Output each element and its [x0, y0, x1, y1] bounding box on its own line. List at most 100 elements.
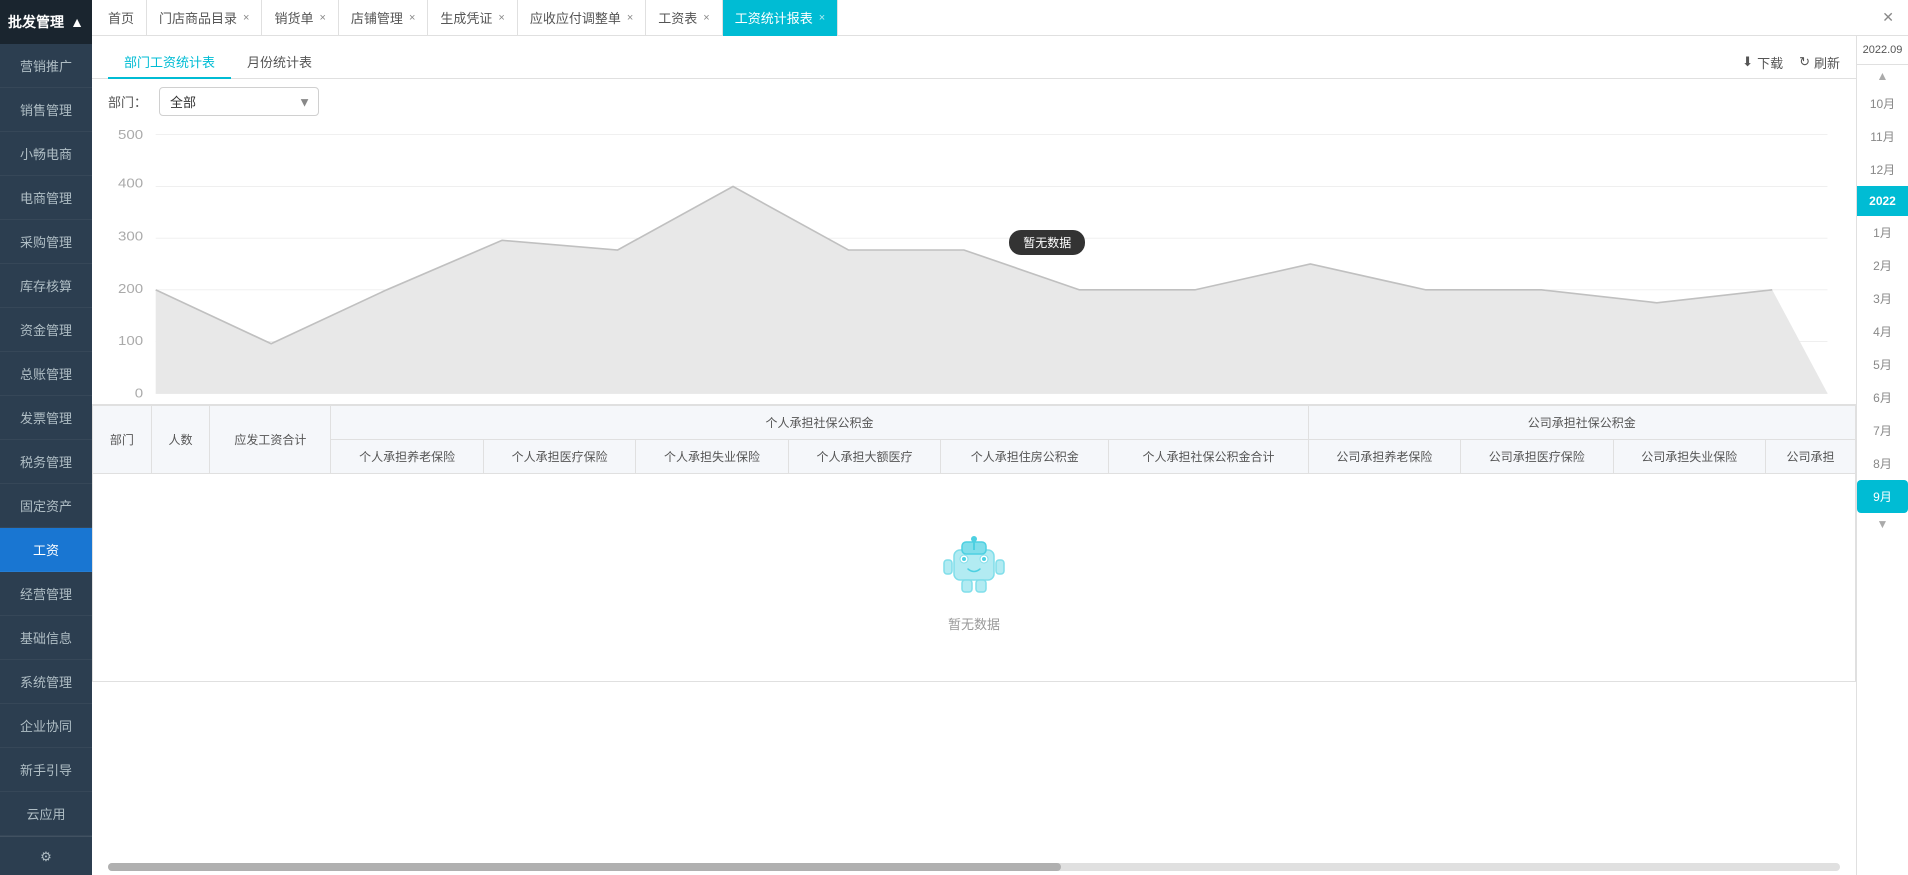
- col-p-housing: 个人承担住房公积金: [941, 440, 1109, 474]
- col-c-medical: 公司承担医疗保险: [1461, 440, 1613, 474]
- tab-voucher[interactable]: 生成凭证 ×: [428, 0, 517, 36]
- col-c-pension: 公司承担养老保险: [1308, 440, 1460, 474]
- sidebar-item-yxty[interactable]: 营销推广: [0, 44, 92, 88]
- tab-receivable-close[interactable]: ×: [627, 12, 633, 24]
- filter-bar: 部门： 全部 ▼: [92, 79, 1856, 124]
- col-p-pension: 个人承担养老保险: [331, 440, 483, 474]
- filter-dept-select[interactable]: 全部: [159, 87, 319, 116]
- time-panel: 2022.09 ▲ 10月 11月 12月 2022 1月 2月 3月: [1856, 36, 1908, 875]
- time-panel-apr[interactable]: 4月: [1857, 315, 1908, 348]
- empty-state: 暂无数据: [103, 482, 1845, 673]
- line-chart: 0 100 200 300 400 500: [108, 124, 1840, 404]
- tab-bar-close-button[interactable]: ✕: [1872, 9, 1904, 26]
- tab-sales[interactable]: 销货单 ×: [262, 0, 338, 36]
- tab-sales-close[interactable]: ×: [319, 12, 325, 24]
- tab-payroll-close[interactable]: ×: [703, 12, 709, 24]
- svg-text:400: 400: [118, 176, 143, 191]
- time-panel-year-2022[interactable]: 2022: [1857, 186, 1908, 216]
- time-panel-aug[interactable]: 8月: [1857, 447, 1908, 480]
- tab-store-close[interactable]: ×: [409, 12, 415, 24]
- sidebar-item-jygl[interactable]: 经营管理: [0, 572, 92, 616]
- filter-label: 部门：: [108, 92, 147, 111]
- sidebar-item-xtgl[interactable]: 系统管理: [0, 660, 92, 704]
- col-c-unemployment: 公司承担失业保险: [1613, 440, 1765, 474]
- tab-catalog-close[interactable]: ×: [243, 12, 249, 24]
- tab-bar: 首页 门店商品目录 × 销货单 × 店铺管理 × 生成凭证 × 应收应付调整单 …: [92, 0, 1908, 36]
- table-wrapper[interactable]: 部门 人数 应发工资合计 个人承担社保公积金 公司承担社保公积金 个人承担养老保…: [92, 404, 1856, 863]
- col-company-group: 公司承担社保公积金: [1308, 406, 1855, 440]
- sidebar-item-dsgl[interactable]: 电商管理: [0, 176, 92, 220]
- chart-area: 0 100 200 300 400 500: [92, 124, 1856, 404]
- empty-robot-icon: [934, 522, 1014, 602]
- col-p-serious: 个人承担大额医疗: [788, 440, 940, 474]
- svg-text:0: 0: [135, 386, 144, 401]
- tab-stats-close[interactable]: ×: [819, 12, 825, 24]
- col-count: 人数: [151, 406, 210, 474]
- tab-stats[interactable]: 工资统计报表 ×: [723, 0, 838, 36]
- tab-store[interactable]: 店铺管理 ×: [339, 0, 428, 36]
- horizontal-scrollbar[interactable]: [108, 863, 1840, 871]
- sidebar-header[interactable]: 批发管理 ▲: [0, 0, 92, 44]
- refresh-icon: ↻: [1799, 54, 1810, 70]
- sidebar-item-zzgl[interactable]: 总账管理: [0, 352, 92, 396]
- sidebar-title: 批发管理: [8, 12, 64, 32]
- sidebar-item-fpgl[interactable]: 发票管理: [0, 396, 92, 440]
- time-panel-oct[interactable]: 10月: [1857, 87, 1908, 120]
- refresh-button[interactable]: ↻ 刷新: [1799, 53, 1840, 72]
- sidebar-item-kche[interactable]: 库存核算: [0, 264, 92, 308]
- sub-tab-dept[interactable]: 部门工资统计表: [108, 46, 231, 79]
- empty-text: 暂无数据: [948, 614, 1000, 633]
- sidebar-item-zjgl[interactable]: 资金管理: [0, 308, 92, 352]
- sub-tab-bar: 部门工资统计表 月份统计表 ⬇ 下载 ↻ 刷新: [92, 36, 1856, 79]
- scrollbar-thumb[interactable]: [108, 863, 1061, 871]
- time-panel-down-arrow[interactable]: ▼: [1873, 513, 1893, 535]
- main-area: 首页 门店商品目录 × 销货单 × 店铺管理 × 生成凭证 × 应收应付调整单 …: [92, 0, 1908, 875]
- tab-catalog[interactable]: 门店商品目录 ×: [147, 0, 262, 36]
- time-panel-dec[interactable]: 12月: [1857, 153, 1908, 186]
- sidebar-item-qyxt[interactable]: 企业协同: [0, 704, 92, 748]
- time-panel-jun[interactable]: 6月: [1857, 381, 1908, 414]
- tab-voucher-close[interactable]: ×: [498, 12, 504, 24]
- filter-dept-wrapper: 全部 ▼: [159, 87, 319, 116]
- svg-text:200: 200: [118, 281, 143, 296]
- time-panel-jan[interactable]: 1月: [1857, 216, 1908, 249]
- svg-text:100: 100: [118, 333, 143, 348]
- time-panel-feb[interactable]: 2月: [1857, 249, 1908, 282]
- time-panel-sep[interactable]: 9月: [1857, 480, 1908, 513]
- content-area: 部门工资统计表 月份统计表 ⬇ 下载 ↻ 刷新: [92, 36, 1908, 875]
- sidebar: 批发管理 ▲ 营销推广 销售管理 小畅电商 电商管理 采购管理 库存核算 资金管…: [0, 0, 92, 875]
- sidebar-item-xsyd[interactable]: 新手引导: [0, 748, 92, 792]
- data-table: 部门 人数 应发工资合计 个人承担社保公积金 公司承担社保公积金 个人承担养老保…: [92, 405, 1856, 682]
- sidebar-item-gz[interactable]: 工资: [0, 528, 92, 572]
- sidebar-item-xsgl[interactable]: 销售管理: [0, 88, 92, 132]
- sidebar-item-xdds[interactable]: 小畅电商: [0, 132, 92, 176]
- sub-tab-month[interactable]: 月份统计表: [231, 46, 328, 79]
- tab-payroll[interactable]: 工资表 ×: [646, 0, 722, 36]
- page-content: 部门工资统计表 月份统计表 ⬇ 下载 ↻ 刷新: [92, 36, 1856, 875]
- sidebar-settings-button[interactable]: ⚙: [0, 836, 92, 875]
- col-p-unemployment: 个人承担失业保险: [636, 440, 788, 474]
- time-panel-up-arrow[interactable]: ▲: [1873, 65, 1893, 87]
- col-p-total: 个人承担社保公积金合计: [1109, 440, 1308, 474]
- time-panel-nov[interactable]: 11月: [1857, 120, 1908, 153]
- time-panel-header: 2022.09: [1857, 36, 1908, 65]
- col-c-other: 公司承担: [1765, 440, 1855, 474]
- sidebar-item-swgl[interactable]: 税务管理: [0, 440, 92, 484]
- tab-receivable[interactable]: 应收应付调整单 ×: [518, 0, 646, 36]
- time-panel-may[interactable]: 5月: [1857, 348, 1908, 381]
- sidebar-item-gdgz[interactable]: 固定资产: [0, 484, 92, 528]
- tab-home[interactable]: 首页: [96, 0, 147, 36]
- sidebar-item-cggl[interactable]: 采购管理: [0, 220, 92, 264]
- sidebar-toggle-icon: ▲: [70, 14, 84, 30]
- time-panel-mar[interactable]: 3月: [1857, 282, 1908, 315]
- download-icon: ⬇: [1742, 54, 1753, 70]
- sidebar-item-jcxx[interactable]: 基础信息: [0, 616, 92, 660]
- sidebar-item-yyyp[interactable]: 云应用: [0, 792, 92, 836]
- col-dept: 部门: [93, 406, 152, 474]
- time-panel-jul[interactable]: 7月: [1857, 414, 1908, 447]
- download-button[interactable]: ⬇ 下载: [1742, 53, 1783, 72]
- svg-text:500: 500: [118, 127, 143, 142]
- svg-text:300: 300: [118, 228, 143, 243]
- col-total: 应发工资合计: [210, 406, 331, 474]
- col-p-medical: 个人承担医疗保险: [483, 440, 635, 474]
